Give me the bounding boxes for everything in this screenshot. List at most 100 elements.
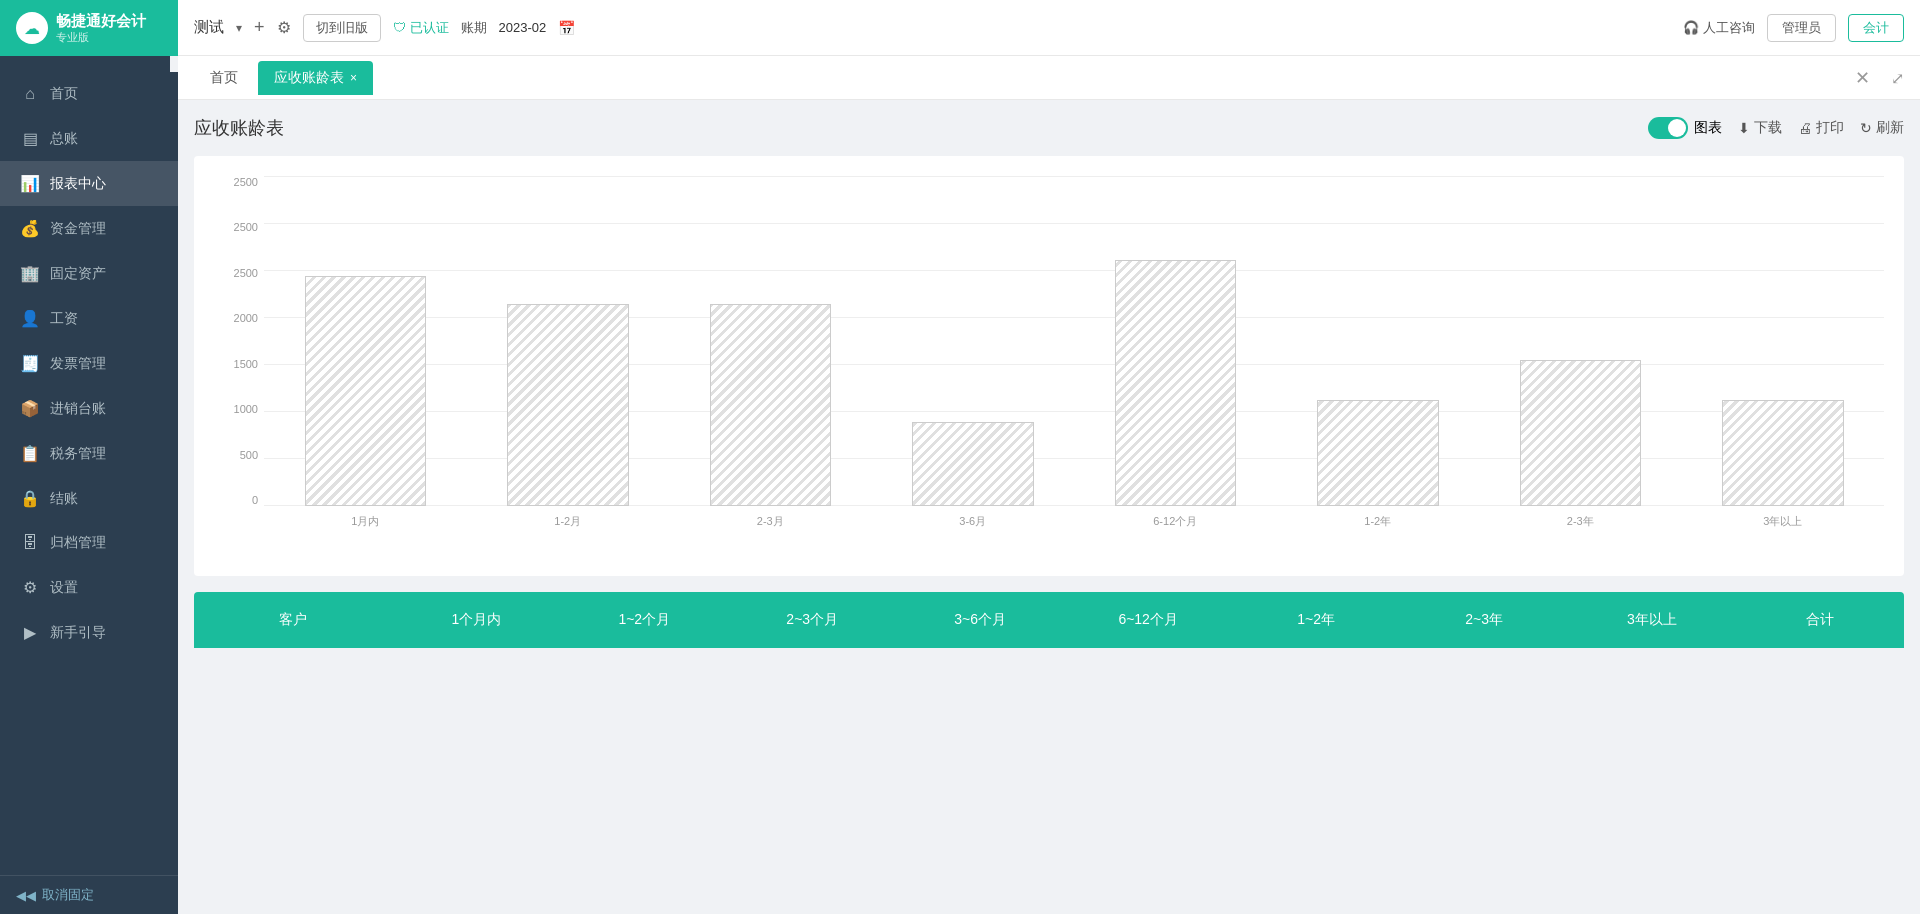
sidebar-item-label: 首页 — [50, 85, 78, 103]
sidebar-item-tax[interactable]: 📋 税务管理 — [0, 431, 178, 476]
chart-bar — [1115, 260, 1237, 506]
page-actions: 图表 ⬇ 下载 🖨 打印 ↻ 刷新 — [1648, 117, 1904, 139]
y-label: 2500 — [234, 267, 258, 279]
table-header-cell: 2~3年 — [1400, 611, 1568, 629]
table-header-cell: 合计 — [1736, 611, 1904, 629]
home-icon: ⌂ — [20, 85, 40, 103]
sidebar-item-assets[interactable]: 🏢 固定资产 — [0, 251, 178, 296]
consult-button[interactable]: 🎧 人工咨询 — [1683, 19, 1755, 37]
collapse-button[interactable]: ◀◀ 取消固定 — [0, 875, 178, 914]
x-axis: 1月内1-2月2-3月3-6月6-12个月1-2年2-3年3年以上 — [264, 506, 1884, 536]
bar-group — [264, 196, 467, 506]
chart-bar — [912, 422, 1034, 506]
tab-close-icon[interactable]: × — [350, 71, 357, 85]
main-area: 测试 ▾ + ⚙ 切到旧版 🛡 已认证 账期 2023-02 📅 🎧 人工咨询 … — [178, 0, 1920, 914]
sidebar-item-label: 结账 — [50, 490, 78, 508]
sidebar-item-label: 进销台账 — [50, 400, 106, 418]
payroll-icon: 👤 — [20, 309, 40, 328]
sidebar-item-settings[interactable]: ⚙ 设置 — [0, 565, 178, 610]
reports-icon: 📊 — [20, 174, 40, 193]
y-label: 0 — [252, 494, 258, 506]
sidebar-item-label: 固定资产 — [50, 265, 106, 283]
bar-group — [1479, 196, 1682, 506]
tab-home[interactable]: 首页 — [194, 61, 254, 95]
assets-icon: 🏢 — [20, 264, 40, 283]
sidebar-item-payroll[interactable]: 👤 工资 — [0, 296, 178, 341]
archive-icon: 🗄 — [20, 534, 40, 552]
topbar-dropdown-icon[interactable]: ▾ — [236, 21, 242, 35]
chart-toggle-switch[interactable] — [1648, 117, 1688, 139]
topbar: 测试 ▾ + ⚙ 切到旧版 🛡 已认证 账期 2023-02 📅 🎧 人工咨询 … — [178, 0, 1920, 56]
sidebar-item-ledger[interactable]: ▤ 总账 — [0, 116, 178, 161]
content-area: 首页 应收账龄表 × ✕ ⤢ 应收账龄表 图表 ⬇ — [178, 56, 1920, 914]
accountant-button[interactable]: 会计 — [1848, 14, 1904, 42]
y-label: 1000 — [234, 403, 258, 415]
table-header-cell: 客户 — [194, 611, 392, 629]
grid-line — [264, 176, 1884, 177]
expand-panel-icon[interactable]: ⤢ — [1891, 68, 1904, 87]
collapse-icon: ◀◀ — [16, 888, 36, 903]
refresh-button[interactable]: ↻ 刷新 — [1860, 119, 1904, 137]
chart-bar — [507, 304, 629, 506]
chart-bar — [710, 304, 832, 506]
sidebar-item-label: 设置 — [50, 579, 78, 597]
certified-icon: 🛡 — [393, 20, 406, 35]
page-content: 应收账龄表 图表 ⬇ 下载 🖨 打印 ↻ — [178, 100, 1920, 914]
sidebar-item-funds[interactable]: 💰 资金管理 — [0, 206, 178, 251]
sidebar-item-reports[interactable]: 📊 报表中心 — [0, 161, 178, 206]
tax-icon: 📋 — [20, 444, 40, 463]
sidebar-logo: ☁ 畅捷通好会计 专业版 — [0, 0, 178, 56]
x-label: 1月内 — [264, 514, 467, 529]
chart-bar — [1317, 400, 1439, 506]
sidebar-item-invoices[interactable]: 🧾 发票管理 — [0, 341, 178, 386]
refresh-icon: ↻ — [1860, 120, 1872, 136]
page-title: 应收账龄表 — [194, 116, 284, 140]
table-header-cell: 6~12个月 — [1064, 611, 1232, 629]
topbar-add-button[interactable]: + — [254, 17, 265, 38]
x-label: 3-6月 — [872, 514, 1075, 529]
logo-icon: ☁ — [16, 12, 48, 44]
tab-aging[interactable]: 应收账龄表 × — [258, 61, 373, 95]
y-axis: 2500 2500 2500 2000 1500 1000 500 0 — [214, 176, 264, 506]
sidebar-item-label: 资金管理 — [50, 220, 106, 238]
sidebar-item-closing[interactable]: 🔒 结账 — [0, 476, 178, 521]
sidebar-item-inventory[interactable]: 📦 进销台账 — [0, 386, 178, 431]
x-label: 6-12个月 — [1074, 514, 1277, 529]
download-button[interactable]: ⬇ 下载 — [1738, 119, 1782, 137]
x-label: 3年以上 — [1682, 514, 1885, 529]
y-label: 1500 — [234, 358, 258, 370]
sidebar-item-archive[interactable]: 🗄 归档管理 — [0, 521, 178, 565]
sidebar-item-guide[interactable]: ▶ 新手引导 — [0, 610, 178, 655]
consult-icon: 🎧 — [1683, 20, 1699, 35]
x-label: 1-2年 — [1277, 514, 1480, 529]
topbar-title: 测试 — [194, 18, 224, 37]
close-panel-icon[interactable]: ✕ — [1855, 67, 1870, 89]
bars-container — [264, 196, 1884, 506]
topbar-gear-button[interactable]: ⚙ — [277, 18, 291, 37]
funds-icon: 💰 — [20, 219, 40, 238]
sidebar-item-label: 工资 — [50, 310, 78, 328]
page-header: 应收账龄表 图表 ⬇ 下载 🖨 打印 ↻ — [194, 116, 1904, 140]
y-label: 2500 — [234, 221, 258, 233]
chart-toggle-label: 图表 — [1694, 119, 1722, 137]
logo-subtitle: 专业版 — [56, 30, 146, 45]
bar-group — [1074, 196, 1277, 506]
print-icon: 🖨 — [1798, 120, 1812, 136]
sidebar-item-home[interactable]: ⌂ 首页 — [0, 72, 178, 116]
download-icon: ⬇ — [1738, 120, 1750, 136]
old-version-button[interactable]: 切到旧版 — [303, 14, 381, 42]
bar-group — [669, 196, 872, 506]
table-header-cell: 2~3个月 — [728, 611, 896, 629]
table-header-cell: 1~2个月 — [560, 611, 728, 629]
admin-button[interactable]: 管理员 — [1767, 14, 1836, 42]
table-header-cell: 1个月内 — [392, 611, 560, 629]
bar-group — [1277, 196, 1480, 506]
guide-icon: ▶ — [20, 623, 40, 642]
calendar-icon[interactable]: 📅 — [558, 20, 575, 36]
chart-bar — [305, 276, 427, 506]
x-label: 2-3月 — [669, 514, 872, 529]
certified-badge: 🛡 已认证 — [393, 19, 449, 37]
invoices-icon: 🧾 — [20, 354, 40, 373]
table-header-cell: 3年以上 — [1568, 611, 1736, 629]
print-button[interactable]: 🖨 打印 — [1798, 119, 1844, 137]
